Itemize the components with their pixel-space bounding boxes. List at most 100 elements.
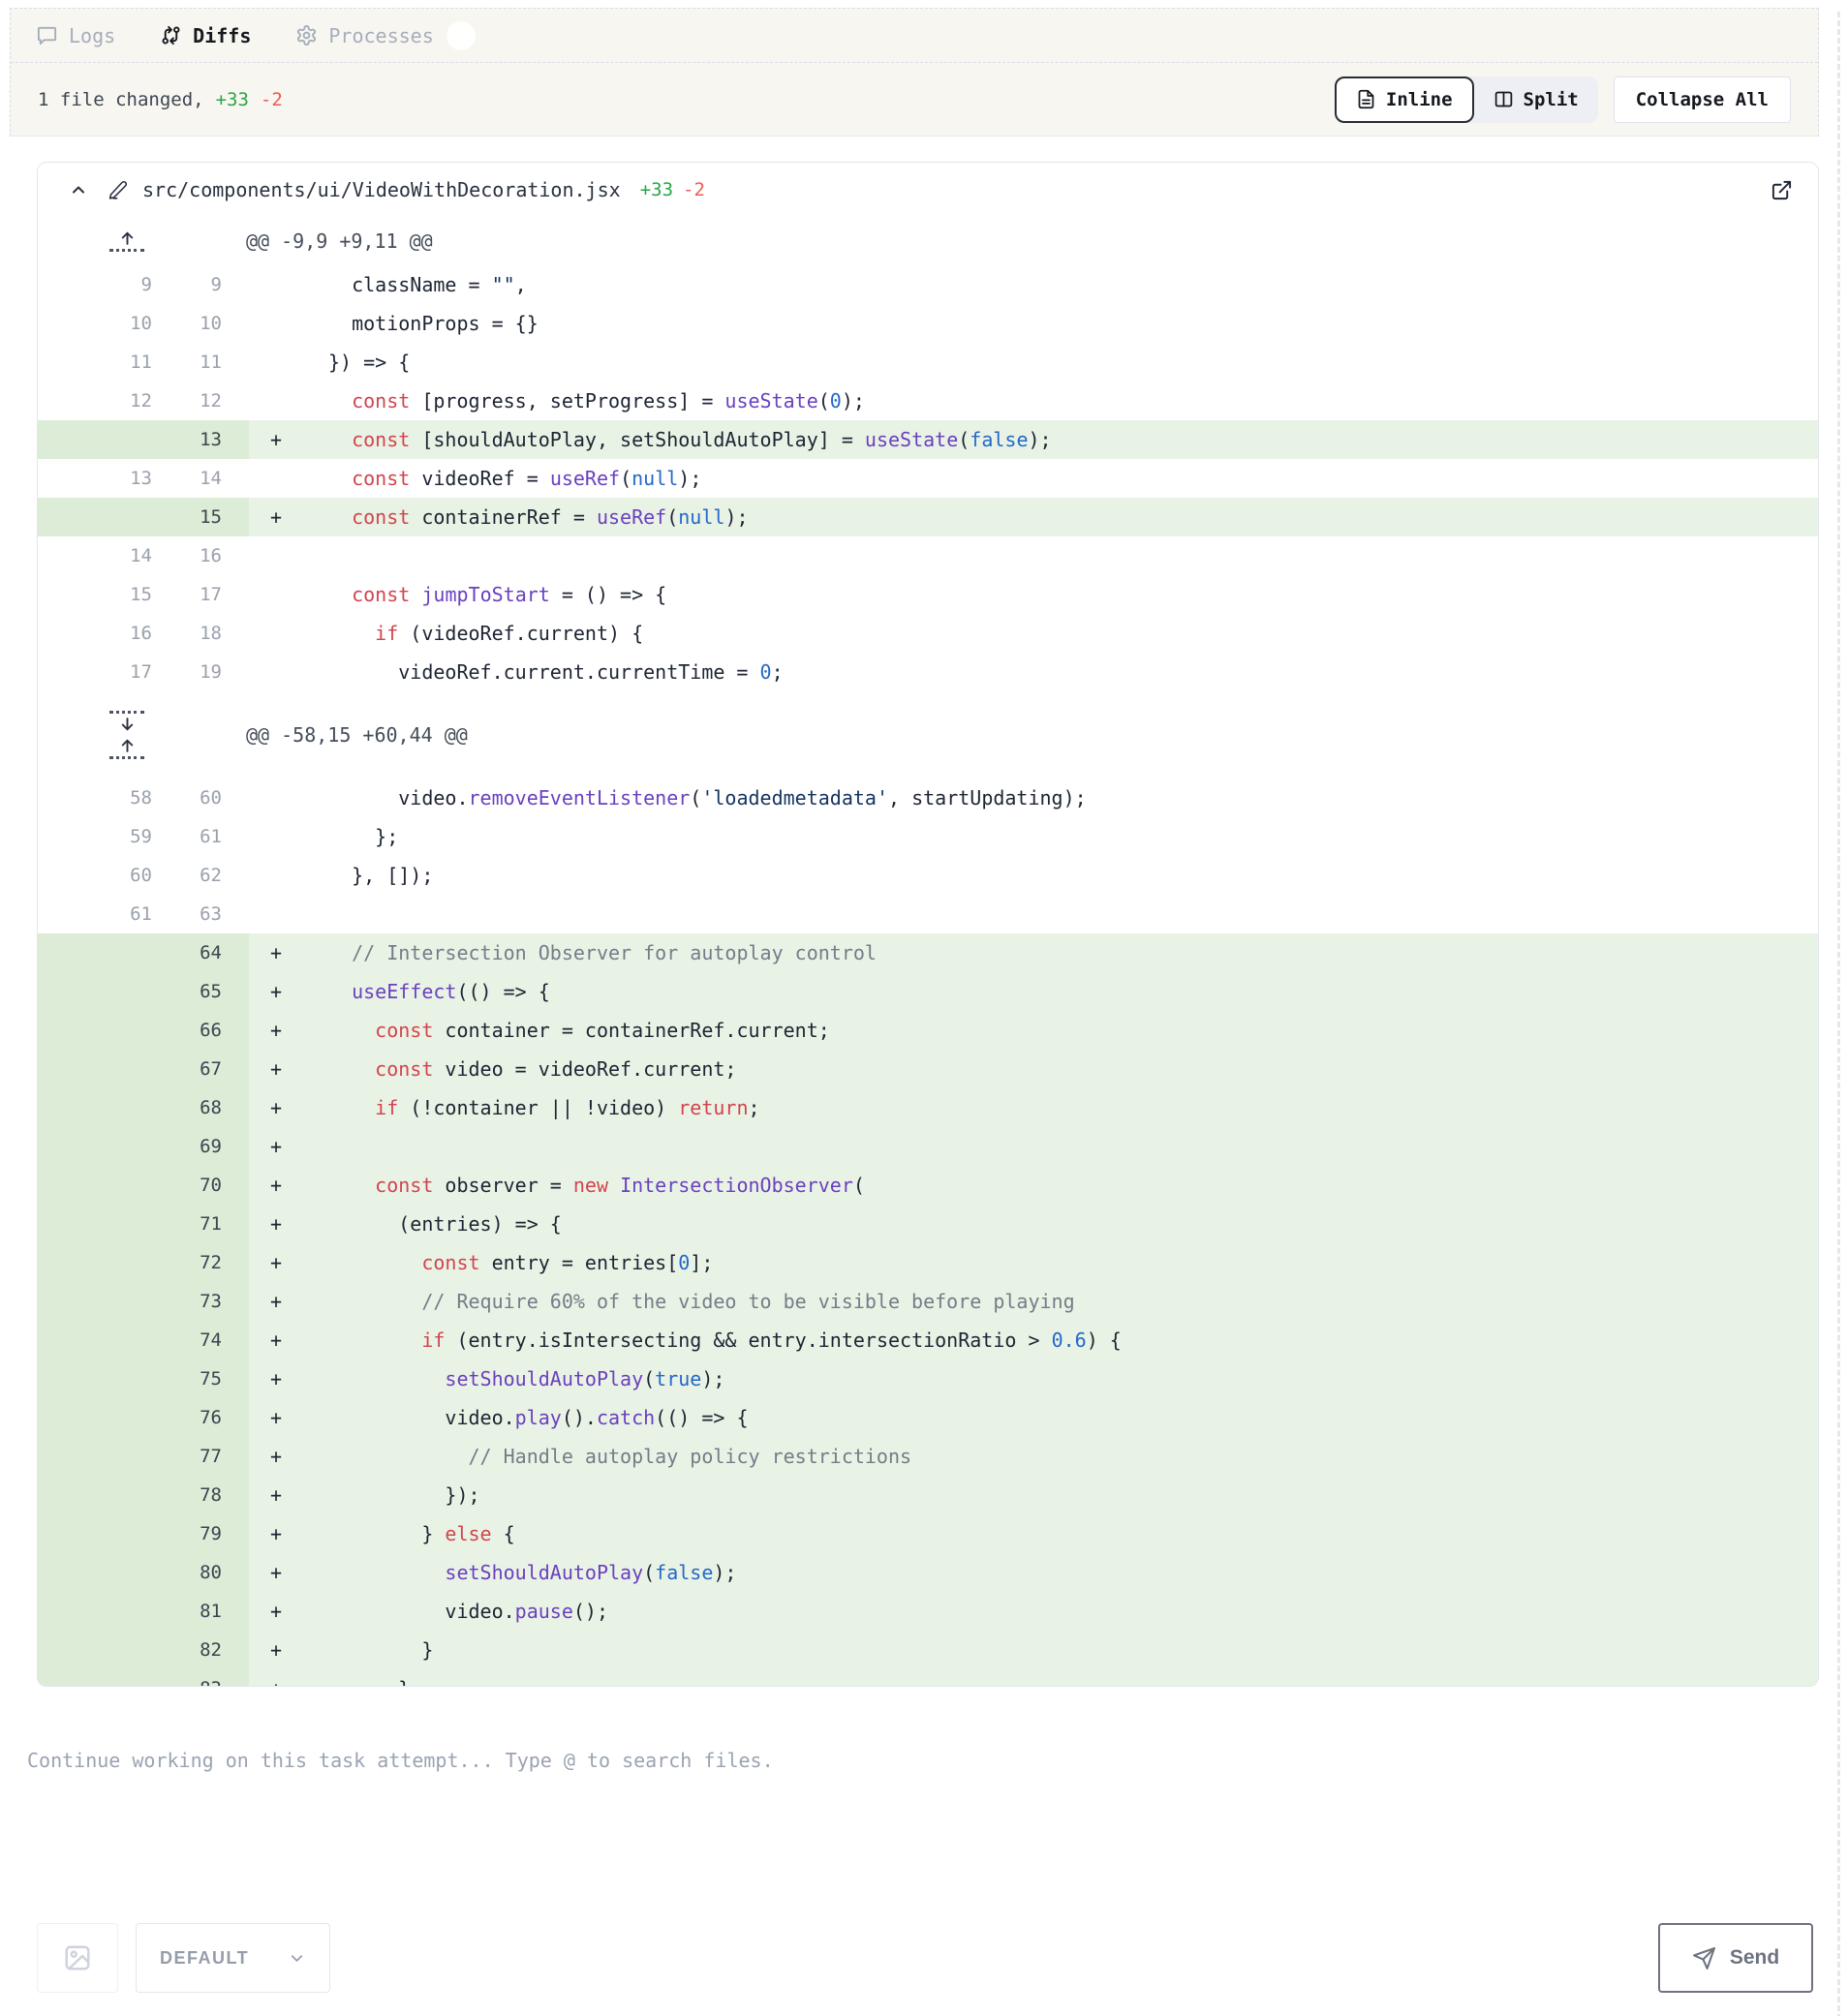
diff-line: 11 11}) => {: [38, 343, 1818, 382]
tab-logs[interactable]: Logs: [36, 24, 115, 47]
code-line: const entry = entries[0];: [421, 1251, 714, 1274]
new-line-number: 63: [200, 903, 222, 925]
collapse-all-button[interactable]: Collapse All: [1613, 76, 1791, 123]
diff-sign: +: [270, 1290, 283, 1313]
diff-line: 58 60 video.removeEventListener('loadedme…: [38, 779, 1818, 817]
chat-input[interactable]: Continue working on this task attempt...…: [27, 1749, 1848, 1772]
split-view-button[interactable]: Split: [1474, 76, 1598, 123]
line-number-gutter: 11 11: [38, 343, 249, 382]
line-number-gutter: 99: [38, 265, 249, 304]
view-mode-toggle: Inline Split: [1334, 76, 1598, 123]
diff-sign: +: [270, 505, 283, 529]
line-number-gutter: 13: [38, 420, 249, 459]
line-number-gutter: 81: [38, 1592, 249, 1631]
new-line-number: 19: [200, 661, 222, 683]
diff-line: 64 + // Intersection Observer for autopla…: [38, 933, 1818, 972]
old-line-number: 15: [130, 584, 152, 605]
line-number-gutter: 15: [38, 498, 249, 536]
diff-line: 13 + const [shouldAutoPlay, setShouldAuto…: [38, 420, 1818, 459]
new-line-number: 65: [200, 981, 222, 1002]
diff-line: 73 + // Require 60% of the video to be vi…: [38, 1282, 1818, 1321]
files-changed-summary: 1 file changed, +33 -2: [38, 89, 283, 110]
file-header: src/components/ui/VideoWithDecoration.js…: [38, 163, 1818, 217]
code-line: // Require 60% of the video to be visibl…: [421, 1290, 1075, 1313]
model-label: DEFAULT: [160, 1947, 250, 1968]
split-label: Split: [1523, 88, 1579, 110]
code-line: const container = containerRef.current;: [375, 1019, 830, 1042]
line-number-gutter: 16 18: [38, 614, 249, 653]
tab-label: Diffs: [193, 23, 252, 47]
tab-diffs[interactable]: Diffs: [160, 24, 251, 47]
diff-line: 68 + if (!container || !video) return;: [38, 1088, 1818, 1127]
line-number-gutter: 82: [38, 1631, 249, 1669]
send-button[interactable]: Send: [1658, 1923, 1813, 1993]
diff-sign: +: [270, 1406, 283, 1429]
diff-line: 65 + useEffect(() => {: [38, 972, 1818, 1011]
diff-line: 99 className = "",: [38, 265, 1818, 304]
line-number-gutter: 71: [38, 1205, 249, 1243]
new-line-number: 67: [200, 1058, 222, 1080]
tab-processes[interactable]: Processes 3: [295, 20, 476, 50]
inline-view-button[interactable]: Inline: [1334, 76, 1474, 123]
code-line: const observer = new IntersectionObserve…: [375, 1174, 865, 1197]
chat-bubble-icon: [37, 26, 57, 46]
inline-label: Inline: [1385, 88, 1453, 110]
new-line-number: 66: [200, 1020, 222, 1041]
scrollbar-rail[interactable]: [1837, 12, 1840, 2016]
diff-line: 15 17 const jumpToStart = () => {: [38, 575, 1818, 614]
line-number-gutter: 76: [38, 1398, 249, 1437]
diff-sign: +: [270, 1057, 283, 1081]
code-line: video.pause();: [328, 1600, 608, 1623]
expand-up-button[interactable]: [109, 736, 144, 761]
diff-sign: +: [270, 1483, 283, 1507]
diff-sign: +: [249, 1677, 328, 1686]
new-line-number: 16: [200, 545, 222, 566]
code-line: const video = videoRef.current;: [375, 1057, 737, 1081]
code-line: if (!container || !video) return;: [375, 1096, 760, 1119]
code-line: video.play().catch(() => {: [328, 1406, 749, 1429]
collapse-file-chevron-up-icon[interactable]: [69, 180, 88, 199]
code-line: const videoRef = useRef(null);: [352, 467, 702, 490]
diff-line: 67 + const video = videoRef.current;: [38, 1050, 1818, 1088]
code-line: if (videoRef.current) {: [375, 622, 644, 645]
line-number-gutter: 59 61: [38, 817, 249, 856]
diff-sign: +: [270, 1251, 283, 1274]
old-line-number: 59: [130, 826, 152, 847]
code-line: videoRef.current.currentTime = 0;: [328, 660, 784, 684]
tab-label: Logs: [69, 23, 116, 47]
old-line-number: 17: [130, 661, 152, 683]
line-number-gutter: 73: [38, 1282, 249, 1321]
hunk-header: @@ -58,15 +60,44 @@: [246, 723, 468, 747]
tab-bar: Logs Diffs Processes 3: [11, 9, 1818, 63]
old-line-number: 60: [130, 865, 152, 886]
old-line-number: 13: [130, 468, 152, 489]
line-number-gutter: 75: [38, 1359, 249, 1398]
code-line: useEffect(() => {: [352, 980, 550, 1003]
line-number-gutter: 78: [38, 1476, 249, 1514]
line-number-gutter: 17 19: [38, 653, 249, 691]
split-columns-icon: [1494, 91, 1512, 107]
expand-down-button[interactable]: [109, 709, 144, 734]
diff-summary-bar: 1 file changed, +33 -2 Inline Split Coll…: [11, 63, 1818, 137]
code-line: // Handle autoplay policy restrictions: [468, 1445, 912, 1468]
diff-sign: +: [270, 1367, 283, 1390]
new-line-number: 76: [200, 1407, 222, 1428]
files-changed-text: 1 file changed,: [38, 88, 204, 110]
expand-up-button[interactable]: [109, 229, 144, 254]
code-line: }: [328, 1638, 434, 1662]
diff-line: 69 +: [38, 1127, 1818, 1166]
external-link-icon[interactable]: [1771, 179, 1793, 201]
new-line-number: 71: [200, 1213, 222, 1235]
old-line-number: 11: [130, 351, 152, 373]
line-number-gutter: 77: [38, 1437, 249, 1476]
line-number-gutter: 10 10: [38, 304, 249, 343]
diff-sign: +: [270, 1600, 283, 1623]
old-line-number: 61: [130, 903, 152, 925]
attach-image-button[interactable]: [37, 1923, 118, 1993]
old-line-number: 58: [130, 787, 152, 809]
model-selector-dropdown[interactable]: DEFAULT: [136, 1923, 331, 1993]
old-line-number: 14: [130, 545, 152, 566]
diff-line: 74 + if (entry.isIntersecting && entry.in…: [38, 1321, 1818, 1359]
diff-line: 79 + } else {: [38, 1514, 1818, 1553]
new-line-number: 81: [200, 1601, 222, 1622]
